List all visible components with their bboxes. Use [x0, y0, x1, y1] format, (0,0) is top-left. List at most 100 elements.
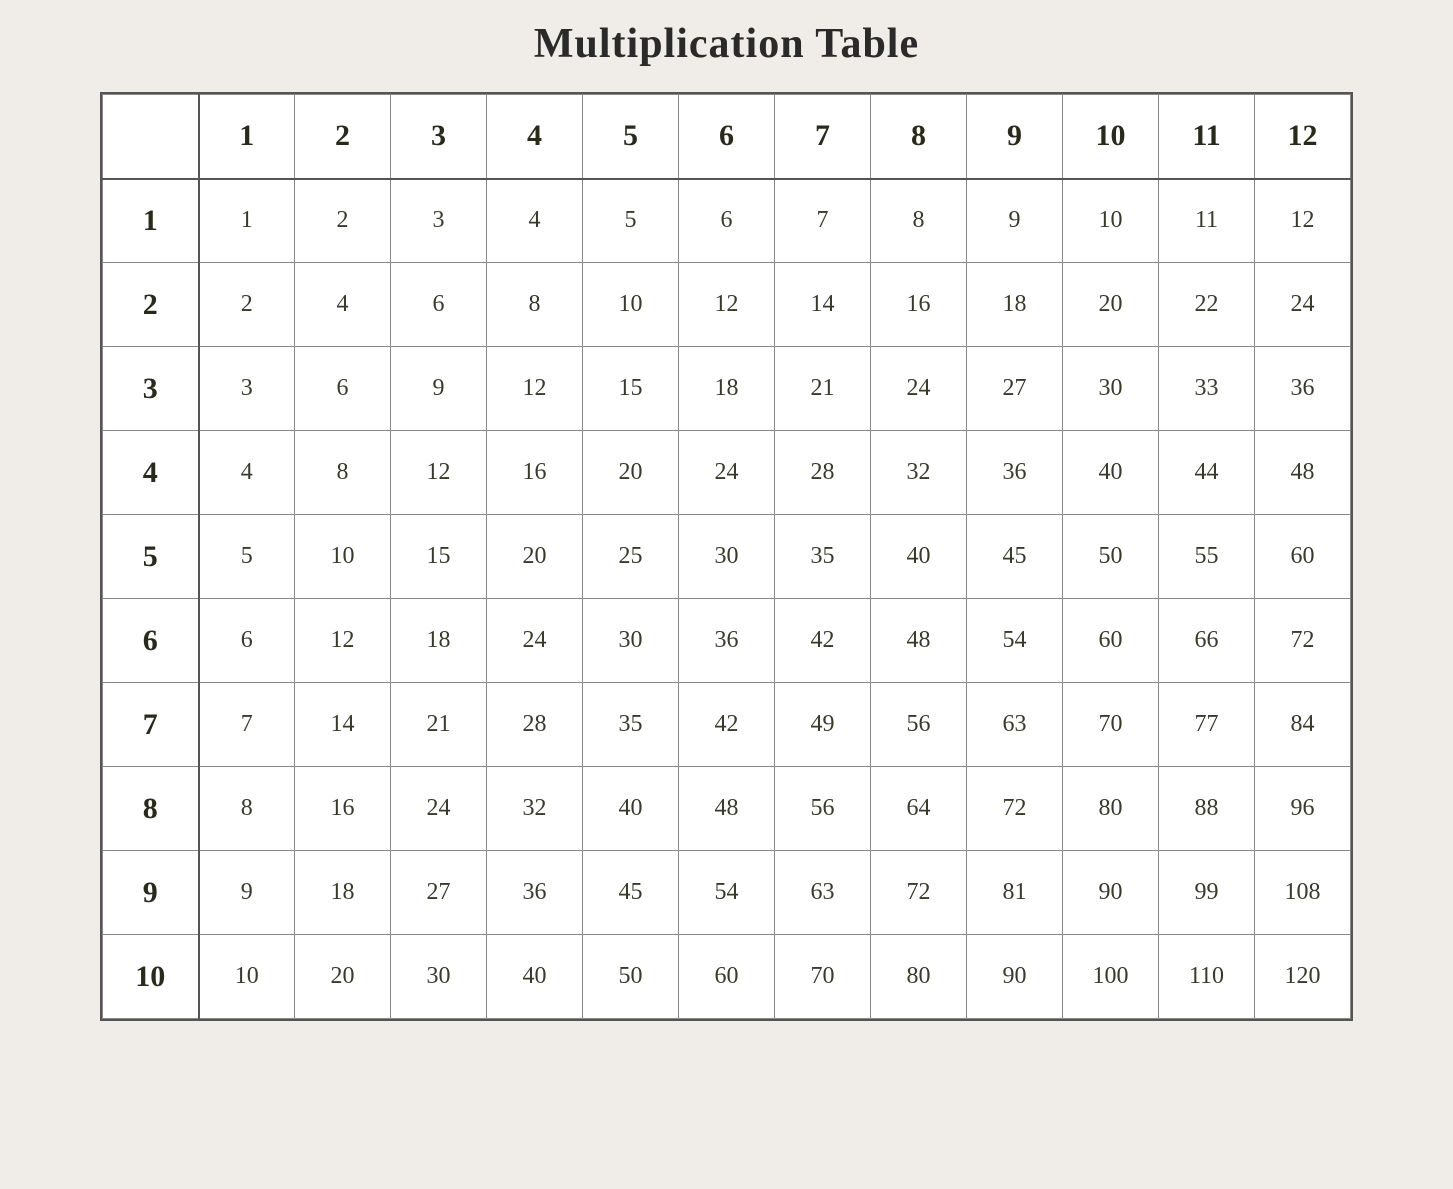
table-cell: 66	[1159, 599, 1255, 683]
table-cell: 90	[967, 935, 1063, 1019]
table-cell: 9	[199, 851, 295, 935]
table-cell: 25	[583, 515, 679, 599]
table-cell: 14	[295, 683, 391, 767]
table-cell: 81	[967, 851, 1063, 935]
table-cell: 35	[775, 515, 871, 599]
table-cell: 40	[871, 515, 967, 599]
table-cell: 50	[583, 935, 679, 1019]
table-row: 881624324048566472808896	[103, 767, 1351, 851]
table-cell: 96	[1255, 767, 1351, 851]
row-header-7: 7	[103, 683, 199, 767]
table-cell: 20	[487, 515, 583, 599]
table-cell: 4	[487, 179, 583, 263]
table-cell: 22	[1159, 263, 1255, 347]
table-row: 224681012141618202224	[103, 263, 1351, 347]
table-cell: 18	[679, 347, 775, 431]
table-cell: 49	[775, 683, 871, 767]
table-cell: 15	[391, 515, 487, 599]
table-cell: 88	[1159, 767, 1255, 851]
table-cell: 16	[295, 767, 391, 851]
table-cell: 99	[1159, 851, 1255, 935]
row-header-8: 8	[103, 767, 199, 851]
col-header-12: 12	[1255, 95, 1351, 179]
table-cell: 33	[1159, 347, 1255, 431]
table-cell: 56	[871, 683, 967, 767]
table-cell: 64	[871, 767, 967, 851]
col-header-2: 2	[295, 95, 391, 179]
col-header-3: 3	[391, 95, 487, 179]
table-cell: 10	[583, 263, 679, 347]
table-cell: 6	[679, 179, 775, 263]
table-cell: 30	[679, 515, 775, 599]
table-row: 551015202530354045505560	[103, 515, 1351, 599]
column-headers-row: 123456789101112	[103, 95, 1351, 179]
table-cell: 55	[1159, 515, 1255, 599]
table-row: 3369121518212427303336	[103, 347, 1351, 431]
table-cell: 60	[679, 935, 775, 1019]
table-cell: 21	[775, 347, 871, 431]
table-cell: 8	[199, 767, 295, 851]
col-header-9: 9	[967, 95, 1063, 179]
table-cell: 14	[775, 263, 871, 347]
col-header-11: 11	[1159, 95, 1255, 179]
table-cell: 24	[487, 599, 583, 683]
col-header-7: 7	[775, 95, 871, 179]
table-cell: 42	[775, 599, 871, 683]
table-cell: 6	[391, 263, 487, 347]
table-cell: 90	[1063, 851, 1159, 935]
table-cell: 63	[775, 851, 871, 935]
table-row: 9918273645546372819099108	[103, 851, 1351, 935]
table-cell: 45	[583, 851, 679, 935]
table-cell: 7	[775, 179, 871, 263]
table-cell: 8	[295, 431, 391, 515]
table-cell: 3	[391, 179, 487, 263]
table-cell: 2	[199, 263, 295, 347]
table-cell: 72	[871, 851, 967, 935]
table-cell: 4	[199, 431, 295, 515]
table-cell: 72	[1255, 599, 1351, 683]
row-header-2: 2	[103, 263, 199, 347]
table-cell: 30	[1063, 347, 1159, 431]
corner-cell	[103, 95, 199, 179]
table-cell: 45	[967, 515, 1063, 599]
row-header-6: 6	[103, 599, 199, 683]
table-cell: 24	[679, 431, 775, 515]
table-cell: 8	[871, 179, 967, 263]
table-cell: 20	[1063, 263, 1159, 347]
table-cell: 40	[1063, 431, 1159, 515]
table-cell: 54	[967, 599, 1063, 683]
table-cell: 72	[967, 767, 1063, 851]
table-cell: 27	[967, 347, 1063, 431]
table-cell: 9	[391, 347, 487, 431]
table-cell: 48	[871, 599, 967, 683]
table-row: 661218243036424854606672	[103, 599, 1351, 683]
col-header-10: 10	[1063, 95, 1159, 179]
table-cell: 100	[1063, 935, 1159, 1019]
table-cell: 2	[295, 179, 391, 263]
col-header-1: 1	[199, 95, 295, 179]
table-cell: 50	[1063, 515, 1159, 599]
table-cell: 24	[391, 767, 487, 851]
table-cell: 27	[391, 851, 487, 935]
row-header-5: 5	[103, 515, 199, 599]
table-cell: 6	[295, 347, 391, 431]
table-cell: 36	[967, 431, 1063, 515]
table-cell: 5	[199, 515, 295, 599]
table-cell: 10	[295, 515, 391, 599]
table-cell: 40	[487, 935, 583, 1019]
table-cell: 28	[487, 683, 583, 767]
row-header-10: 10	[103, 935, 199, 1019]
page-title: Multiplication Table	[534, 20, 919, 68]
table-cell: 80	[871, 935, 967, 1019]
table-cell: 32	[487, 767, 583, 851]
table-cell: 36	[1255, 347, 1351, 431]
table-cell: 70	[775, 935, 871, 1019]
table-cell: 44	[1159, 431, 1255, 515]
table-cell: 12	[679, 263, 775, 347]
col-header-6: 6	[679, 95, 775, 179]
table-cell: 21	[391, 683, 487, 767]
row-header-4: 4	[103, 431, 199, 515]
table-cell: 12	[295, 599, 391, 683]
table-cell: 9	[967, 179, 1063, 263]
col-header-5: 5	[583, 95, 679, 179]
